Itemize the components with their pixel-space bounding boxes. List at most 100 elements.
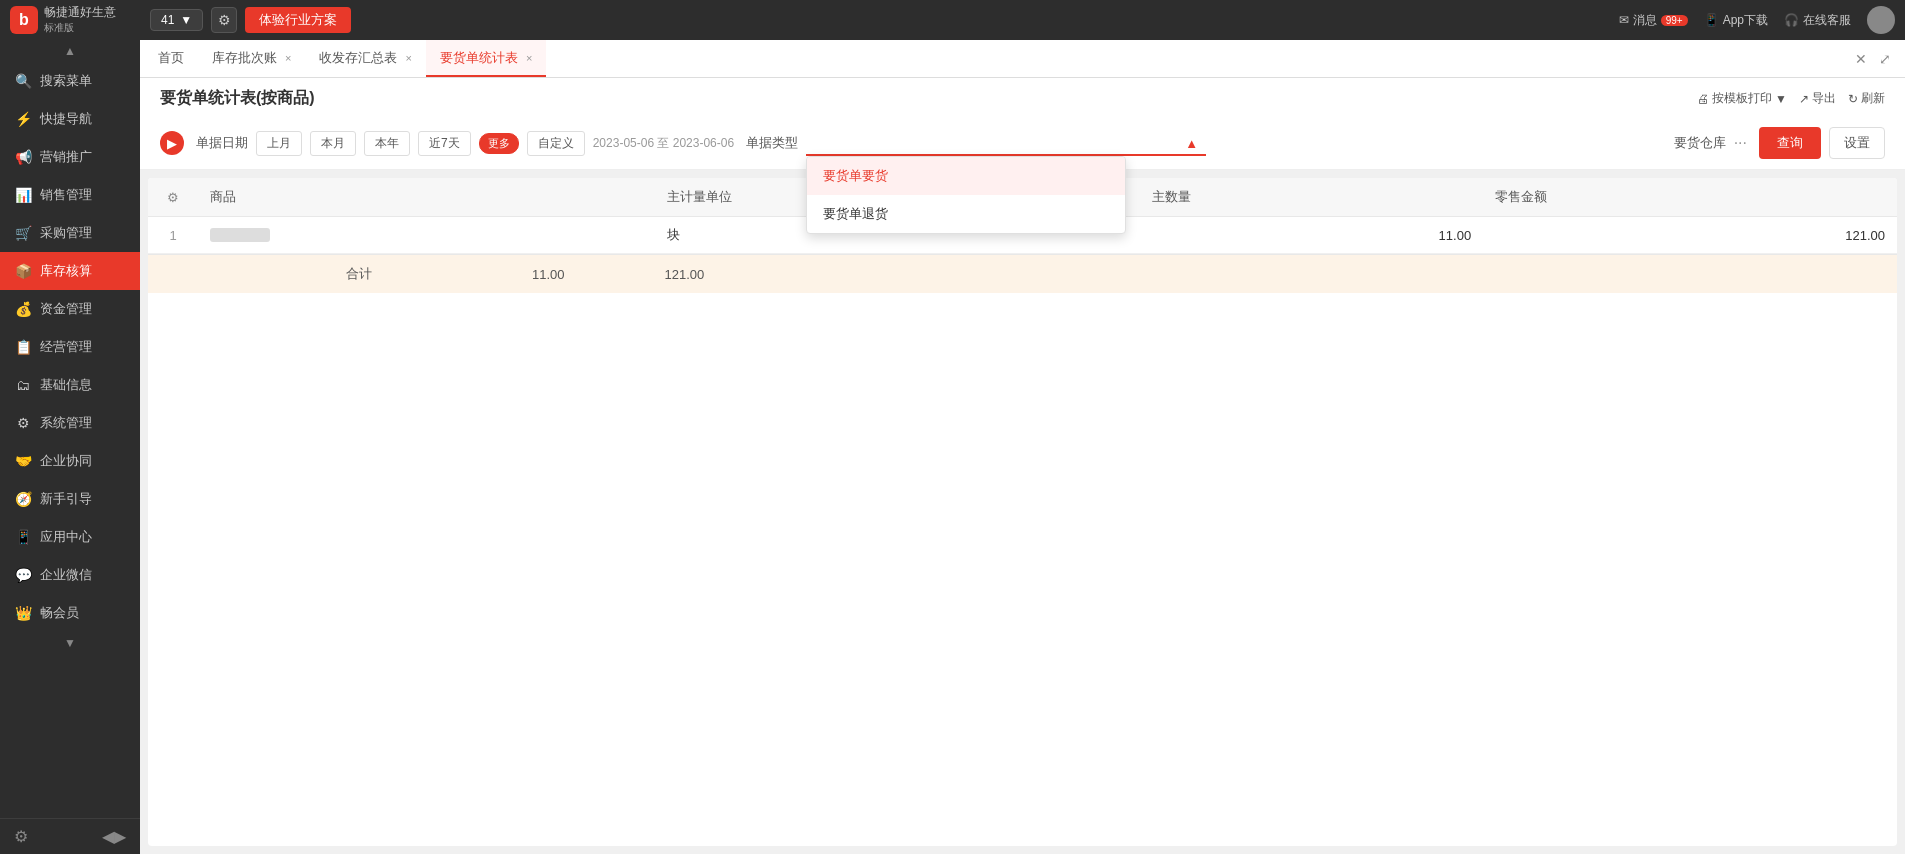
date-btn-more[interactable]: 更多 <box>479 133 519 154</box>
sidebar: ▲ 🔍 搜索菜单 ⚡ 快捷导航 📢 营销推广 📊 销售管理 🛒 采购管理 📦 库… <box>0 40 140 854</box>
app-download-btn[interactable]: 📱 App下载 <box>1704 12 1768 29</box>
sidebar-collapse-icon[interactable]: ◀▶ <box>102 827 126 846</box>
footer-quantity: 11.00 <box>532 267 565 282</box>
basic-icon: 🗂 <box>14 376 32 394</box>
col-goods: 商品 <box>198 178 655 217</box>
dropdown-item-0[interactable]: 要货单要货 <box>807 157 1125 195</box>
sidebar-item-app-center[interactable]: 📱 应用中心 <box>0 518 140 556</box>
dropdown-item-1[interactable]: 要货单退货 <box>807 195 1125 233</box>
tab-recv-summary-close[interactable]: × <box>405 52 411 64</box>
message-badge[interactable]: ✉ 消息 99+ <box>1619 12 1688 29</box>
sidebar-scroll-up[interactable]: ▲ <box>0 40 140 62</box>
date-btn-custom[interactable]: 自定义 <box>527 131 585 156</box>
sidebar-item-quick-nav[interactable]: ⚡ 快捷导航 <box>0 100 140 138</box>
wechat-icon: 💬 <box>14 566 32 584</box>
top-header: b 畅捷通好生意 标准版 41 ▼ ⚙ 体验行业方案 ✉ 消息 99+ 📱 Ap… <box>0 0 1905 40</box>
goods-blurred <box>210 228 270 242</box>
main-layout: ▲ 🔍 搜索菜单 ⚡ 快捷导航 📢 营销推广 📊 销售管理 🛒 采购管理 📦 库… <box>0 40 1905 854</box>
header-right: ✉ 消息 99+ 📱 App下载 🎧 在线客服 <box>1619 6 1895 34</box>
tab-restore-icon[interactable]: ⤢ <box>1875 49 1895 69</box>
sidebar-item-operation[interactable]: 📋 经营管理 <box>0 328 140 366</box>
type-input[interactable] <box>806 131 1206 156</box>
tab-batch-account-close[interactable]: × <box>285 52 291 64</box>
sidebar-item-vip[interactable]: 👑 畅会员 <box>0 594 140 632</box>
purchase-icon: 🛒 <box>14 224 32 242</box>
tab-recv-summary[interactable]: 收发存汇总表 × <box>305 40 425 77</box>
date-btn-this-year[interactable]: 本年 <box>364 131 410 156</box>
online-service-btn[interactable]: 🎧 在线客服 <box>1784 12 1851 29</box>
sidebar-item-system[interactable]: ⚙ 系统管理 <box>0 404 140 442</box>
row-num: 1 <box>148 217 198 254</box>
app-tag: 标准版 <box>44 21 116 35</box>
date-btn-7days[interactable]: 近7天 <box>418 131 471 156</box>
query-button[interactable]: 查询 <box>1759 127 1821 159</box>
header-center: 41 ▼ ⚙ 体验行业方案 <box>150 7 1619 33</box>
row-sale-amount: 121.00 <box>1483 217 1897 254</box>
date-btn-last-month[interactable]: 上月 <box>256 131 302 156</box>
settings-button[interactable]: 设置 <box>1829 127 1885 159</box>
sidebar-label-wechat: 企业微信 <box>40 566 92 584</box>
filter-actions: 查询 设置 <box>1759 127 1885 159</box>
sidebar-item-sales[interactable]: 📊 销售管理 <box>0 176 140 214</box>
sidebar-item-finance[interactable]: 💰 资金管理 <box>0 290 140 328</box>
page-actions: 🖨 按模板打印 ▼ ↗ 导出 ↻ 刷新 <box>1697 90 1885 107</box>
sidebar-settings-icon[interactable]: ⚙ <box>14 827 28 846</box>
sidebar-item-purchase[interactable]: 🛒 采购管理 <box>0 214 140 252</box>
sidebar-label-enterprise: 企业协同 <box>40 452 92 470</box>
refresh-label: 刷新 <box>1861 90 1885 107</box>
sales-icon: 📊 <box>14 186 32 204</box>
date-btn-this-month[interactable]: 本月 <box>310 131 356 156</box>
row-goods <box>198 217 655 254</box>
avatar[interactable] <box>1867 6 1895 34</box>
service-icon: 🎧 <box>1784 13 1799 27</box>
print-dropdown-icon: ▼ <box>1775 92 1787 106</box>
sidebar-item-wechat[interactable]: 💬 企业微信 <box>0 556 140 594</box>
sidebar-label-quick-nav: 快捷导航 <box>40 110 92 128</box>
warehouse-dots-icon[interactable]: ··· <box>1734 134 1747 152</box>
tab-bar: 首页 库存批次账 × 收发存汇总表 × 要货单统计表 × ✕ ⤢ <box>140 40 1905 78</box>
sidebar-footer: ⚙ ◀▶ <box>0 818 140 854</box>
tab-close-all-icon[interactable]: ✕ <box>1851 49 1871 69</box>
message-icon: ✉ <box>1619 13 1629 27</box>
app-download-label: App下载 <box>1723 12 1768 29</box>
page-title: 要货单统计表(按商品) <box>160 88 315 109</box>
branch-num: 41 <box>161 13 174 27</box>
export-action[interactable]: ↗ 导出 <box>1799 90 1836 107</box>
logo-area: b 畅捷通好生意 标准版 <box>10 5 150 35</box>
marketing-icon: 📢 <box>14 148 32 166</box>
online-service-label: 在线客服 <box>1803 12 1851 29</box>
footer-sale-amount: 121.00 <box>665 267 705 282</box>
print-action[interactable]: 🖨 按模板打印 ▼ <box>1697 90 1787 107</box>
sidebar-item-guide[interactable]: 🧭 新手引导 <box>0 480 140 518</box>
tab-batch-account[interactable]: 库存批次账 × <box>198 40 305 77</box>
type-input-arrow-icon[interactable]: ▲ <box>1185 136 1198 151</box>
sidebar-item-inventory[interactable]: 📦 库存核算 <box>0 252 140 290</box>
refresh-action[interactable]: ↻ 刷新 <box>1848 90 1885 107</box>
sidebar-scroll-down[interactable]: ▼ <box>0 632 140 654</box>
quick-nav-icon: ⚡ <box>14 110 32 128</box>
guide-icon: 🧭 <box>14 490 32 508</box>
tab-home[interactable]: 首页 <box>144 40 198 77</box>
filter-expand-button[interactable]: ▶ <box>160 131 184 155</box>
sidebar-label-guide: 新手引导 <box>40 490 92 508</box>
app-name: 畅捷通好生意 <box>44 5 116 21</box>
sidebar-item-enterprise[interactable]: 🤝 企业协同 <box>0 442 140 480</box>
tab-req-summary[interactable]: 要货单统计表 × <box>426 40 546 77</box>
col-settings[interactable]: ⚙ <box>148 178 198 217</box>
sidebar-item-basic[interactable]: 🗂 基础信息 <box>0 366 140 404</box>
gear-button[interactable]: ⚙ <box>211 7 237 33</box>
date-label: 单据日期 <box>196 134 248 152</box>
trial-button[interactable]: 体验行业方案 <box>245 7 351 33</box>
table-footer: 合计 11.00 121.00 <box>148 254 1897 293</box>
tab-req-summary-close[interactable]: × <box>526 52 532 64</box>
page-header: 要货单统计表(按商品) 🖨 按模板打印 ▼ ↗ 导出 ↻ 刷新 <box>140 78 1905 117</box>
sidebar-label-system: 系统管理 <box>40 414 92 432</box>
sidebar-item-marketing[interactable]: 📢 营销推广 <box>0 138 140 176</box>
sidebar-item-search[interactable]: 🔍 搜索菜单 <box>0 62 140 100</box>
col-sale-amount: 零售金额 <box>1483 178 1897 217</box>
branch-selector[interactable]: 41 ▼ <box>150 9 203 31</box>
footer-label: 合计 <box>346 265 372 283</box>
sidebar-label-purchase: 采购管理 <box>40 224 92 242</box>
tab-req-summary-label: 要货单统计表 <box>440 49 518 67</box>
filter-warehouse-section: 要货仓库 ··· <box>1674 134 1747 152</box>
